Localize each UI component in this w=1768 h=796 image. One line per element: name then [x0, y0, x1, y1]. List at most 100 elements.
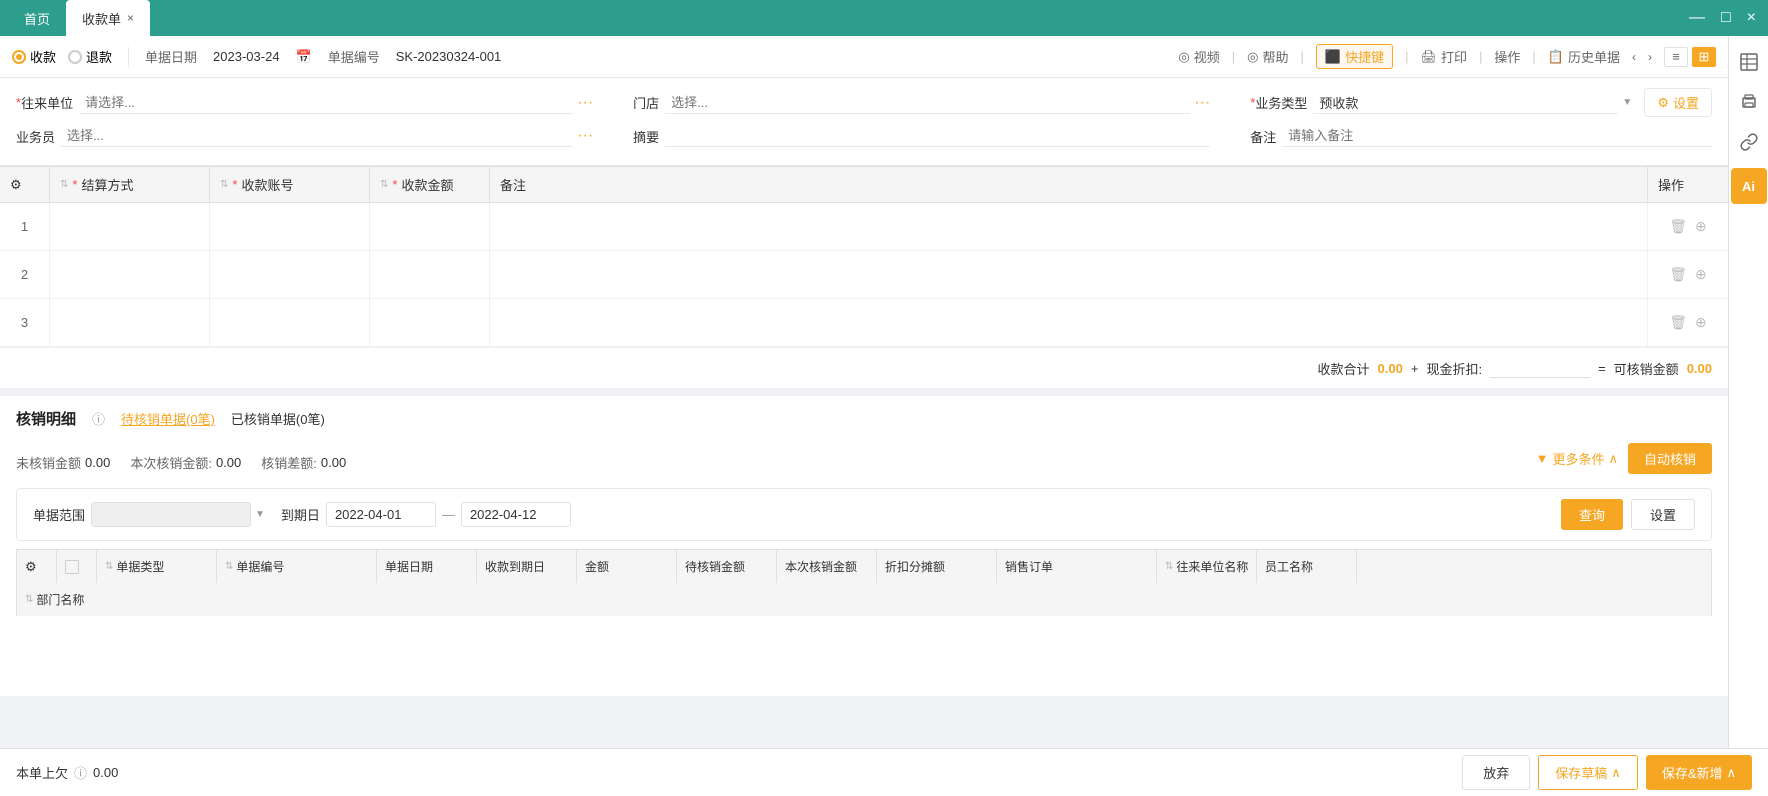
- bth-settings[interactable]: ⚙: [17, 550, 57, 583]
- date-to-input[interactable]: [461, 502, 571, 527]
- row-2-amount[interactable]: [370, 251, 490, 298]
- bth-employee: 员工名称: [1257, 550, 1357, 583]
- store-ellipsis[interactable]: ···: [1194, 94, 1210, 112]
- tab-home[interactable]: 首页: [8, 0, 66, 36]
- divider-1: [128, 47, 129, 67]
- sidebar-print-icon[interactable]: [1731, 84, 1767, 120]
- form-area: * 往来单位 ··· 门店 ··· * 业务类型 ▼: [0, 78, 1728, 166]
- table-row: 2 🗑 ⊕: [0, 251, 1728, 299]
- video-icon: ◎: [1178, 49, 1189, 65]
- row-2-delete-icon[interactable]: 🗑: [1669, 266, 1687, 283]
- row-3-settlement[interactable]: [50, 299, 210, 346]
- abandon-btn[interactable]: 放弃: [1462, 755, 1530, 790]
- close-window-btn[interactable]: ×: [1743, 9, 1760, 27]
- row-1-remark[interactable]: [490, 203, 1648, 250]
- row-2-settlement[interactable]: [50, 251, 210, 298]
- range-select[interactable]: [91, 502, 251, 527]
- nav-next-btn[interactable]: ›: [1648, 50, 1652, 64]
- minimize-btn[interactable]: —: [1685, 9, 1709, 27]
- summary-input[interactable]: [665, 125, 1210, 147]
- help-icon: ◎: [1247, 49, 1258, 65]
- salesperson-input[interactable]: [61, 125, 573, 147]
- row-2-account[interactable]: [210, 251, 370, 298]
- save-new-btn[interactable]: 保存&新增 ∧: [1646, 755, 1752, 790]
- section-gap: [0, 388, 1728, 396]
- layout-list-icon[interactable]: ≡: [1664, 47, 1688, 67]
- row-3-remark[interactable]: [490, 299, 1648, 346]
- row-3-delete-icon[interactable]: 🗑: [1669, 314, 1687, 331]
- remark-label: 备注: [1250, 127, 1276, 146]
- video-btn[interactable]: ◎ 视频: [1178, 47, 1219, 66]
- th-account: ⇅ * 收款账号: [210, 167, 370, 202]
- query-btn[interactable]: 查询: [1561, 499, 1623, 530]
- pending-tab[interactable]: 待核销单据(0笔): [121, 409, 215, 428]
- save-draft-btn[interactable]: 保存草稿 ∧: [1538, 755, 1638, 790]
- print-btn[interactable]: 🖨 打印: [1420, 47, 1467, 66]
- history-btn[interactable]: 📋 历史单据: [1548, 47, 1620, 66]
- row-1-settlement[interactable]: [50, 203, 210, 250]
- filter-settings-btn[interactable]: 设置: [1631, 499, 1695, 530]
- date-from-input[interactable]: [326, 502, 436, 527]
- ai-btn[interactable]: Ai: [1731, 168, 1767, 204]
- row-2-copy-icon[interactable]: ⊕: [1695, 266, 1707, 283]
- row-1-delete-icon[interactable]: 🗑: [1669, 218, 1687, 235]
- equals-sign: =: [1598, 361, 1606, 376]
- this-time-stat: 本次核销金额: 0.00: [130, 453, 241, 472]
- header-checkbox[interactable]: [65, 560, 79, 574]
- diff-stat: 核销差额: 0.00: [261, 453, 346, 472]
- discount-input[interactable]: [1490, 358, 1590, 378]
- store-input[interactable]: [665, 92, 1190, 114]
- settings-btn[interactable]: ⚙ 设置: [1644, 88, 1712, 117]
- operation-btn[interactable]: 操作: [1494, 47, 1520, 66]
- remark-input[interactable]: [1282, 125, 1712, 147]
- row-1-account[interactable]: [210, 203, 370, 250]
- refund-radio[interactable]: 退款: [68, 47, 112, 66]
- maximize-btn[interactable]: □: [1717, 9, 1735, 27]
- row-3-copy-icon[interactable]: ⊕: [1695, 314, 1707, 331]
- sidebar-link-icon[interactable]: [1731, 124, 1767, 160]
- row-1-copy-icon[interactable]: ⊕: [1695, 218, 1707, 235]
- sidebar-table-icon[interactable]: [1731, 44, 1767, 80]
- receipt-radio[interactable]: 收款: [12, 47, 56, 66]
- bottom-info-icon[interactable]: ⓘ: [74, 763, 87, 782]
- th-settings[interactable]: ⚙: [0, 167, 50, 202]
- done-tab[interactable]: 已核销单据(0笔): [231, 409, 325, 428]
- chevron-up-icon: ∧: [1608, 451, 1618, 467]
- table-row: 1 🗑 ⊕: [0, 203, 1728, 251]
- row-3-account[interactable]: [210, 299, 370, 346]
- bth-checkbox[interactable]: [57, 550, 97, 583]
- shortcut-icon: ⬛: [1325, 49, 1341, 65]
- bth-this-time: 本次核销金额: [777, 550, 877, 583]
- date-value: 2023-03-24: [213, 49, 280, 64]
- row-2-remark[interactable]: [490, 251, 1648, 298]
- row-3-amount[interactable]: [370, 299, 490, 346]
- date-label: 单据日期: [145, 47, 197, 66]
- calendar-icon[interactable]: 📅: [296, 49, 312, 65]
- nav-prev-btn[interactable]: ‹: [1632, 50, 1636, 64]
- filter-row: 单据范围 ▼ 到期日 — 查询 设置: [16, 488, 1712, 541]
- row-2-actions: 🗑 ⊕: [1648, 251, 1728, 298]
- counterparty-ellipsis[interactable]: ···: [577, 94, 593, 112]
- form-row-1: * 往来单位 ··· 门店 ··· * 业务类型 ▼: [16, 88, 1712, 117]
- counterparty-input[interactable]: [79, 92, 573, 114]
- print-icon: 🖨: [1420, 49, 1437, 65]
- tab-close-icon[interactable]: ×: [127, 11, 134, 25]
- tab-active[interactable]: 收款单 ×: [66, 0, 150, 36]
- recon-info-icon[interactable]: ⓘ: [92, 409, 105, 428]
- auto-recon-btn[interactable]: 自动核销: [1628, 443, 1712, 474]
- row-1-amount[interactable]: [370, 203, 490, 250]
- help-btn[interactable]: ◎ 帮助: [1247, 47, 1288, 66]
- discount-label: 现金折扣:: [1426, 359, 1482, 378]
- biz-type-chevron-icon[interactable]: ▼: [1622, 97, 1632, 108]
- range-chevron-icon: ▼: [255, 509, 265, 520]
- bottom-info: 本单上欠 ⓘ 0.00: [16, 763, 118, 782]
- layout-grid-icon[interactable]: ⊞: [1692, 47, 1716, 67]
- net-value: 0.00: [1687, 361, 1712, 376]
- biz-type-input[interactable]: [1313, 92, 1618, 114]
- salesperson-ellipsis[interactable]: ···: [577, 127, 593, 145]
- gear-icon: ⚙: [1657, 95, 1669, 111]
- total-value: 0.00: [1378, 361, 1403, 376]
- table-row: 3 🗑 ⊕: [0, 299, 1728, 347]
- more-conditions-btn[interactable]: ▼ 更多条件 ∧: [1536, 449, 1618, 468]
- shortcut-btn[interactable]: ⬛ 快捷键: [1316, 44, 1393, 69]
